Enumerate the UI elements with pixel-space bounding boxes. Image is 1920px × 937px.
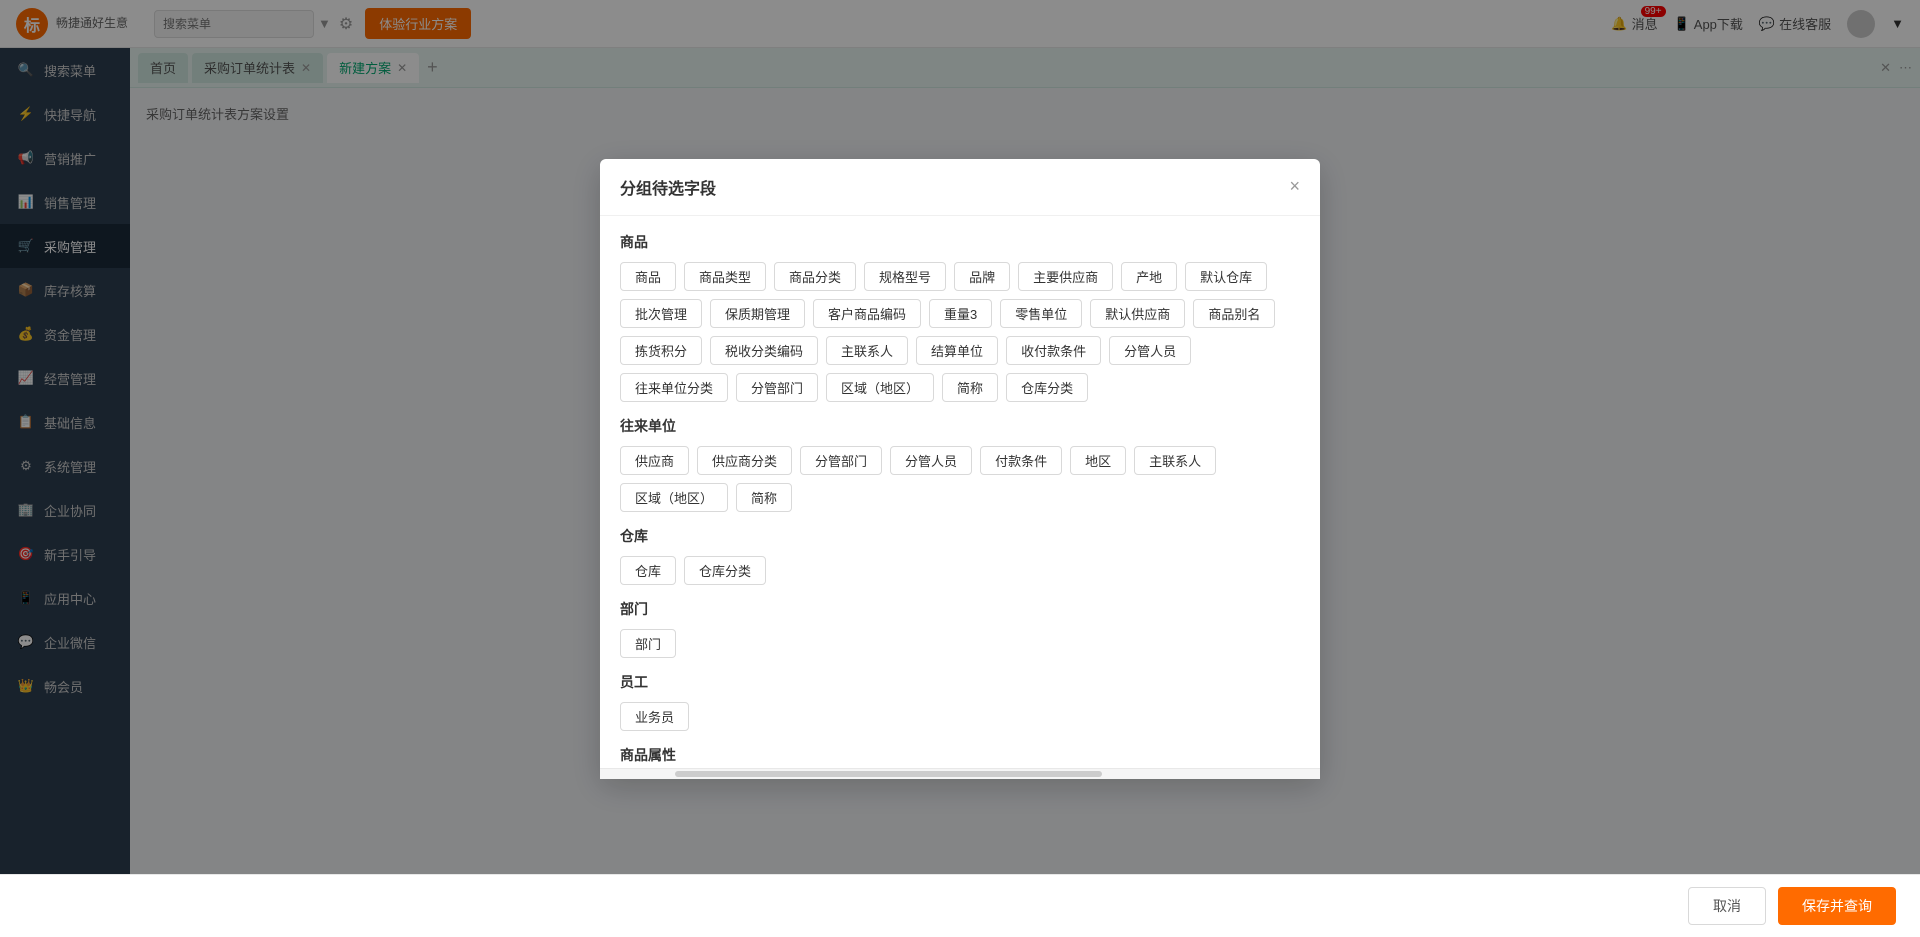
dialog-close-button[interactable]: × [1289,176,1300,197]
tag-默认供应商[interactable]: 默认供应商 [1090,299,1185,328]
tag-简称[interactable]: 简称 [736,483,792,512]
tag-零售单位[interactable]: 零售单位 [1000,299,1082,328]
section-title-department: 部门 [620,599,1300,619]
tag-税收分类编码[interactable]: 税收分类编码 [710,336,818,365]
section-title-warehouse: 仓库 [620,526,1300,546]
tag-业务员[interactable]: 业务员 [620,702,689,731]
tag-重量3[interactable]: 重量3 [929,299,992,328]
tag-group-product: 商品商品类型商品分类规格型号品牌主要供应商产地默认仓库批次管理保质期管理客户商品… [620,262,1300,402]
tag-分管部门[interactable]: 分管部门 [800,446,882,475]
tag-分管人员[interactable]: 分管人员 [1109,336,1191,365]
tag-供应商[interactable]: 供应商 [620,446,689,475]
tag-地区[interactable]: 地区 [1070,446,1126,475]
tag-商品分类[interactable]: 商品分类 [774,262,856,291]
dialog-body[interactable]: 商品商品商品类型商品分类规格型号品牌主要供应商产地默认仓库批次管理保质期管理客户… [600,216,1320,768]
tag-产地[interactable]: 产地 [1121,262,1177,291]
tag-结算单位[interactable]: 结算单位 [916,336,998,365]
tag-简称[interactable]: 简称 [942,373,998,402]
tag-往来单位分类[interactable]: 往来单位分类 [620,373,728,402]
section-title-product: 商品 [620,232,1300,252]
tag-付款条件[interactable]: 付款条件 [980,446,1062,475]
tag-group-department: 部门 [620,629,1300,658]
tag-商品[interactable]: 商品 [620,262,676,291]
section-title-product-attr: 商品属性 [620,745,1300,765]
tag-部门[interactable]: 部门 [620,629,676,658]
section-title-counterpart: 往来单位 [620,416,1300,436]
tag-商品别名[interactable]: 商品别名 [1193,299,1275,328]
tag-区域（地区）[interactable]: 区域（地区） [620,483,728,512]
cancel-button[interactable]: 取消 [1688,887,1766,925]
field-selection-dialog: 分组待选字段 × 商品商品商品类型商品分类规格型号品牌主要供应商产地默认仓库批次… [600,159,1320,779]
section-title-employee: 员工 [620,672,1300,692]
tag-品牌[interactable]: 品牌 [954,262,1010,291]
tag-主联系人[interactable]: 主联系人 [1134,446,1216,475]
tag-仓库[interactable]: 仓库 [620,556,676,585]
tag-仓库分类[interactable]: 仓库分类 [1006,373,1088,402]
tag-规格型号[interactable]: 规格型号 [864,262,946,291]
tag-商品类型[interactable]: 商品类型 [684,262,766,291]
tag-主要供应商[interactable]: 主要供应商 [1018,262,1113,291]
confirm-button[interactable]: 保存并查询 [1778,887,1896,925]
bottom-actions: 取消 保存并查询 [0,874,1920,937]
tag-主联系人[interactable]: 主联系人 [826,336,908,365]
tag-默认仓库[interactable]: 默认仓库 [1185,262,1267,291]
tag-区域（地区）[interactable]: 区域（地区） [826,373,934,402]
tag-收付款条件[interactable]: 收付款条件 [1006,336,1101,365]
dialog-header: 分组待选字段 × [600,159,1320,216]
tag-仓库分类[interactable]: 仓库分类 [684,556,766,585]
tag-客户商品编码[interactable]: 客户商品编码 [813,299,921,328]
tag-分管部门[interactable]: 分管部门 [736,373,818,402]
dialog-title: 分组待选字段 [620,175,716,199]
tag-拣货积分[interactable]: 拣货积分 [620,336,702,365]
tag-批次管理[interactable]: 批次管理 [620,299,702,328]
dialog-horizontal-scrollbar[interactable] [600,768,1320,779]
scrollbar-thumb [675,771,1102,777]
tag-供应商分类[interactable]: 供应商分类 [697,446,792,475]
tag-group-warehouse: 仓库仓库分类 [620,556,1300,585]
tag-分管人员[interactable]: 分管人员 [890,446,972,475]
tag-保质期管理[interactable]: 保质期管理 [710,299,805,328]
tag-group-employee: 业务员 [620,702,1300,731]
tag-group-counterpart: 供应商供应商分类分管部门分管人员付款条件地区主联系人区域（地区） 简称 [620,446,1300,512]
